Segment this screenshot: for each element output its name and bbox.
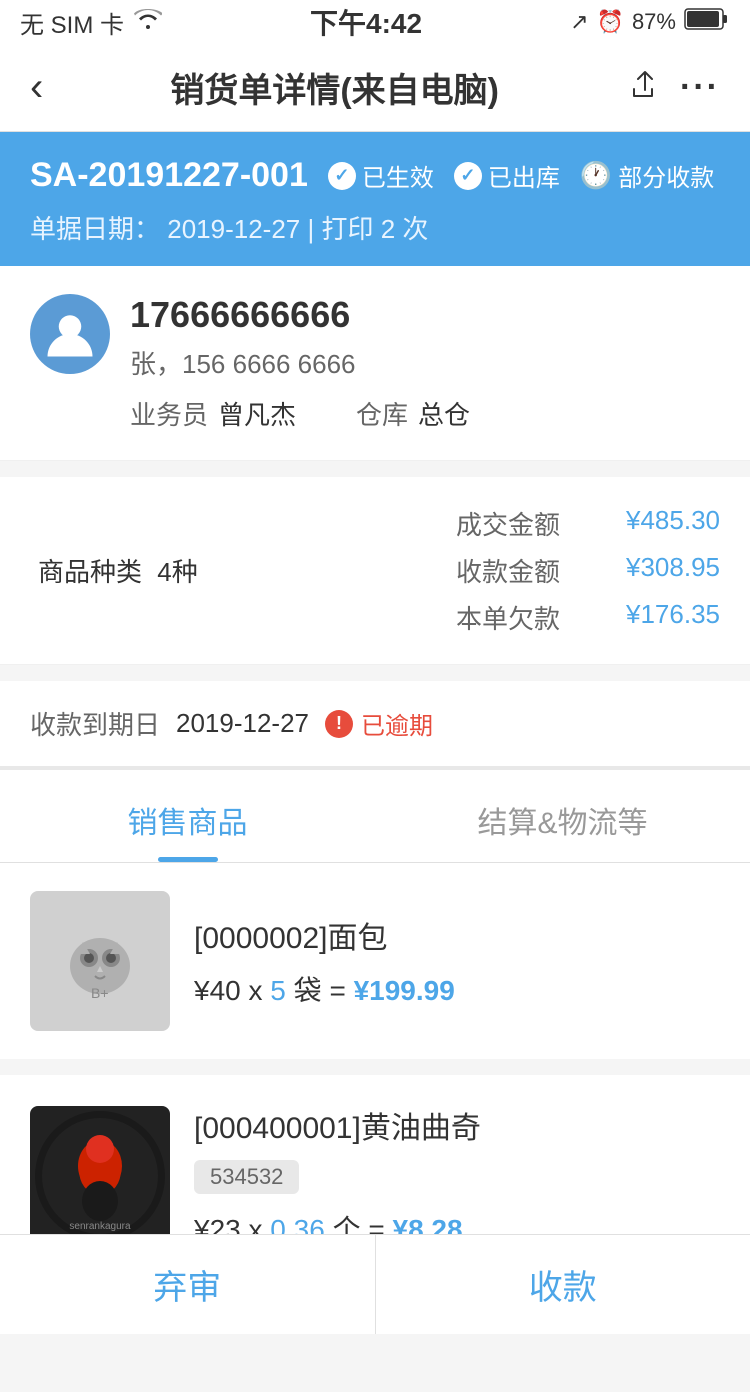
header-banner: SA-20191227-001 ✓ 已生效 ✓ 已出库 🕐 部分收款 单据日期：… (0, 132, 750, 266)
summary-section: 商品种类 4种 成交金额 ¥485.30 收款金额 ¥308.95 本单欠款 ¥… (0, 477, 750, 665)
status-bar-left: 无 SIM 卡 (20, 5, 162, 40)
product-info-1: [0000002]面包 ¥40 x 5 袋 = ¥199.99 (194, 913, 720, 1009)
status-bar-time: 下午4:42 (310, 2, 422, 42)
amount-value: ¥485.30 (600, 505, 720, 542)
product-name-1: [0000002]面包 (194, 913, 720, 957)
product-sku-2: 534532 (194, 1160, 299, 1194)
amount-label: 成交金额 (456, 505, 560, 542)
location-icon: ↗ (570, 9, 588, 35)
product-image-2: senrankagura (30, 1106, 170, 1246)
print-label: | 打印 (307, 214, 373, 244)
customer-avatar (30, 294, 110, 374)
product-unit-1: 袋 (294, 975, 322, 1006)
order-date: 2019-12-27 (167, 214, 300, 244)
overdue-label: 已逾期 (361, 706, 433, 741)
status-bar: 无 SIM 卡 下午4:42 ↗ ⏰ 87% (0, 0, 750, 44)
due-label: 收款到期日 (30, 705, 160, 742)
nav-right: ··· (626, 67, 720, 109)
check-icon-2: ✓ (454, 162, 482, 190)
order-id: SA-20191227-001 (30, 156, 308, 195)
product-type-row: 商品种类 4种 (30, 552, 456, 589)
product-total-1: ¥199.99 (354, 975, 455, 1006)
product-base-price-1: ¥40 (194, 975, 241, 1006)
svg-text:senrankagura: senrankagura (69, 1221, 131, 1232)
product-name-2: [000400001]黄油曲奇 (194, 1103, 720, 1147)
due-section: 收款到期日 2019-12-27 ! 已逾期 (0, 681, 750, 770)
customer-meta: 业务员 曾凡杰 仓库 总仓 (130, 395, 720, 432)
check-icon-1: ✓ (328, 162, 356, 190)
tab-sales-products[interactable]: 销售商品 (0, 770, 375, 862)
order-id-row: SA-20191227-001 ✓ 已生效 ✓ 已出库 🕐 部分收款 (30, 156, 720, 195)
abandon-review-button[interactable]: 弃审 (0, 1235, 376, 1334)
warehouse-item: 仓库 总仓 (356, 395, 470, 432)
warehouse-label: 仓库 (356, 395, 408, 432)
received-row: 收款金额 ¥308.95 (456, 552, 720, 589)
page-title: 销货单详情(来自电脑) (170, 63, 499, 112)
product-type-count: 4种 (157, 557, 197, 587)
received-label: 收款金额 (456, 552, 560, 589)
debt-label: 本单欠款 (456, 599, 560, 636)
header-date-row: 单据日期： 2019-12-27 | 打印 2 次 (30, 209, 720, 246)
overdue-badge: ! 已逾期 (325, 706, 433, 741)
nav-bar: ‹ 销货单详情(来自电脑) ··· (0, 44, 750, 132)
received-value: ¥308.95 (600, 552, 720, 589)
debt-value: ¥176.35 (600, 599, 720, 636)
back-button[interactable]: ‹ (30, 65, 43, 110)
warehouse-name: 总仓 (418, 395, 470, 432)
badge-partial: 🕐 部分收款 (580, 158, 714, 193)
badge-shipped: ✓ 已出库 (454, 158, 560, 193)
nav-left: ‹ (30, 65, 43, 110)
debt-row: 本单欠款 ¥176.35 (456, 599, 720, 636)
tabs-section: 销售商品 结算&物流等 (0, 770, 750, 863)
carrier-label: 无 SIM 卡 (20, 5, 124, 40)
product-price-1: ¥40 x 5 袋 = ¥199.99 (194, 969, 720, 1009)
customer-section: 17666666666 张，156 6666 6666 业务员 曾凡杰 仓库 总… (0, 266, 750, 461)
wifi-icon (134, 8, 162, 36)
amount-row: 成交金额 ¥485.30 (456, 505, 720, 542)
customer-id: 17666666666 (130, 294, 720, 336)
customer-info: 17666666666 张，156 6666 6666 业务员 曾凡杰 仓库 总… (130, 294, 720, 432)
battery-label: 87% (632, 9, 676, 35)
date-label: 单据日期： (30, 214, 160, 244)
sales-name: 曾凡杰 (218, 395, 296, 432)
sales-label: 业务员 (130, 395, 208, 432)
share-icon[interactable] (626, 67, 660, 109)
more-icon[interactable]: ··· (680, 68, 720, 107)
product-info-2: [000400001]黄油曲奇 534532 ¥23 x 0.36 个 = ¥8… (194, 1103, 720, 1248)
battery-icon (684, 8, 730, 36)
summary-amounts: 成交金额 ¥485.30 收款金额 ¥308.95 本单欠款 ¥176.35 (456, 505, 720, 636)
avatar-icon (45, 309, 95, 359)
collect-payment-button[interactable]: 收款 (376, 1235, 750, 1334)
print-suffix: 次 (402, 214, 428, 244)
product-image-1: B+ (30, 891, 170, 1031)
alarm-icon: ⏰ (597, 9, 624, 35)
clock-icon: 🕐 (580, 160, 612, 191)
customer-name: 张，156 6666 6666 (130, 344, 720, 381)
sales-item: 业务员 曾凡杰 (130, 395, 296, 432)
list-item: B+ [0000002]面包 ¥40 x 5 袋 = ¥199.99 (0, 863, 750, 1059)
status-bar-right: ↗ ⏰ 87% (570, 8, 730, 36)
product-qty-1: 5 (270, 975, 286, 1006)
tab-settlement[interactable]: 结算&物流等 (375, 770, 750, 862)
overdue-dot-icon: ! (325, 710, 353, 738)
print-count: 2 (381, 214, 395, 244)
svg-text:B+: B+ (91, 985, 109, 1001)
due-date: 2019-12-27 (176, 708, 309, 739)
product-type-label: 商品种类 (38, 557, 142, 587)
badge-effective: ✓ 已生效 (328, 158, 434, 193)
bottom-bar: 弃审 收款 (0, 1234, 750, 1334)
